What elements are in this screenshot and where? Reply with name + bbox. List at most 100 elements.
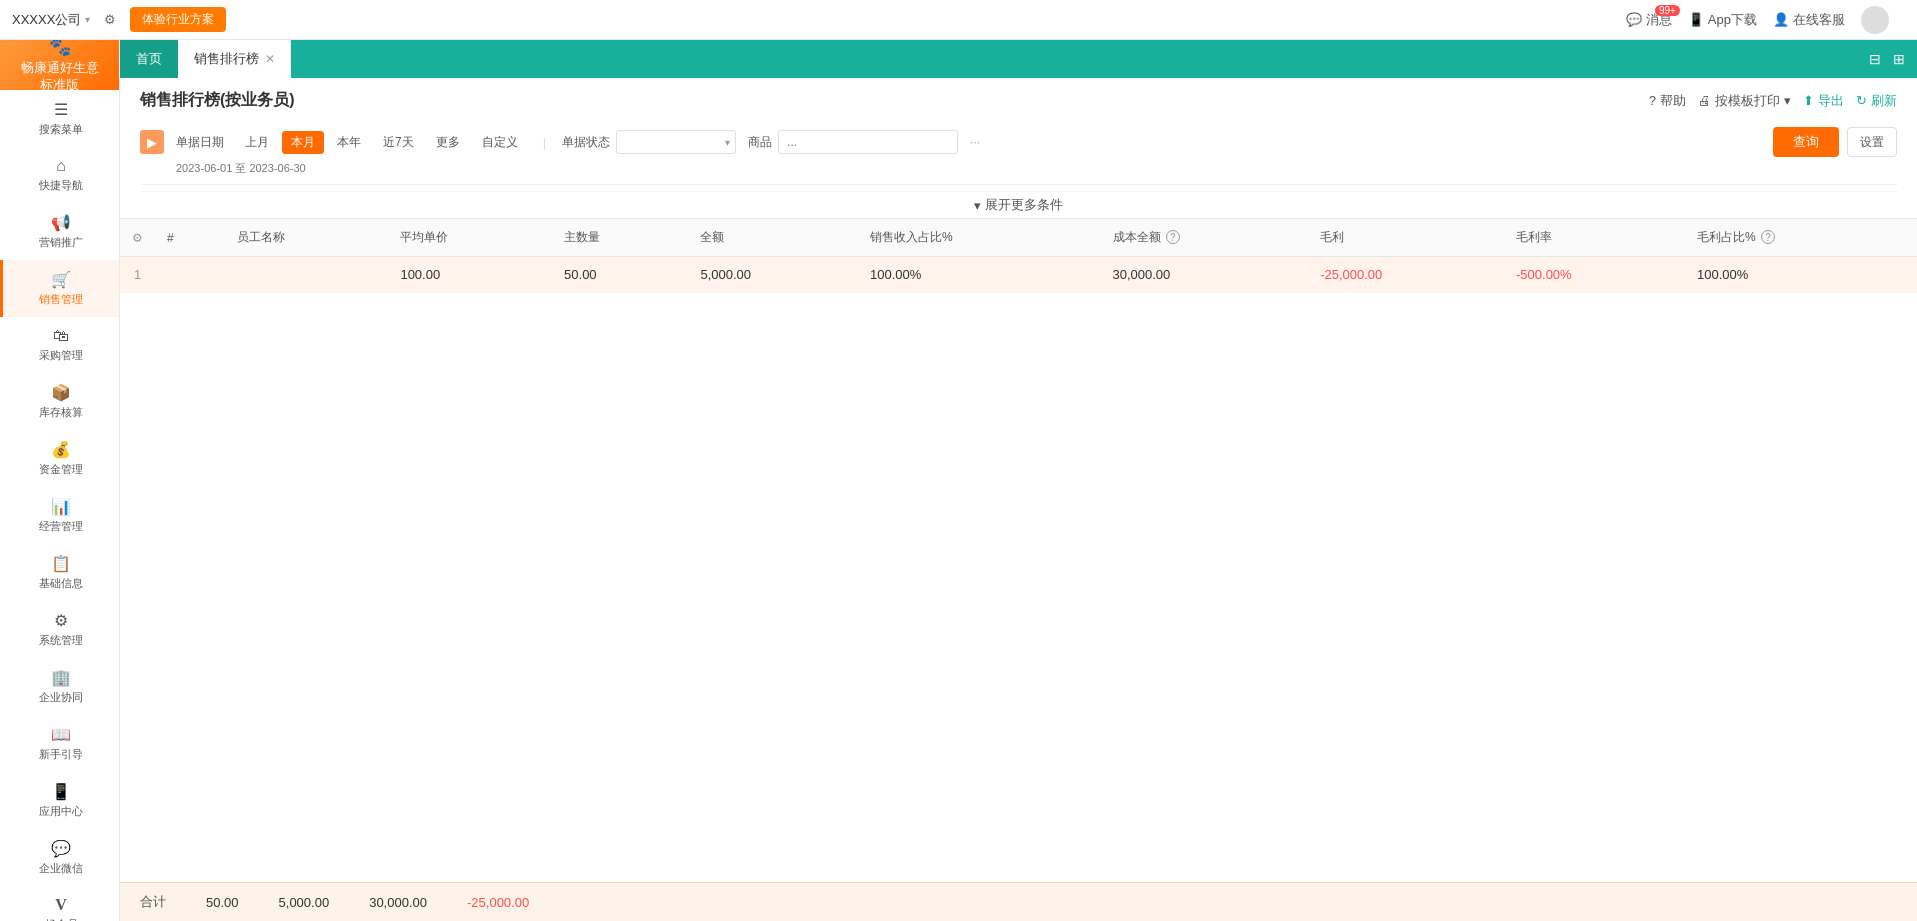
goods-search-input[interactable] bbox=[778, 130, 958, 154]
sidebar-item-finance[interactable]: 💰 资金管理 bbox=[0, 430, 119, 487]
sidebar-item-purchase[interactable]: 🛍 采购管理 bbox=[0, 317, 119, 373]
system-icon: ⚙ bbox=[54, 611, 68, 630]
app-center-icon: 📱 bbox=[51, 782, 71, 801]
export-button[interactable]: ⬆ 导出 bbox=[1803, 92, 1844, 110]
finance-icon: 💰 bbox=[51, 440, 71, 459]
sidebar-item-wechat[interactable]: 💬 企业微信 bbox=[0, 829, 119, 886]
sales-rank-tab-label: 销售排行榜 bbox=[194, 50, 259, 68]
expand-arrow-button[interactable]: ▶ bbox=[140, 130, 164, 154]
refresh-label: 刷新 bbox=[1871, 92, 1897, 110]
sidebar-item-label: 采购管理 bbox=[39, 348, 83, 363]
sidebar-item-system[interactable]: ⚙ 系统管理 bbox=[0, 601, 119, 658]
sidebar-item-label: 企业微信 bbox=[39, 861, 83, 876]
row-gross-rate: -500.00% bbox=[1504, 257, 1685, 293]
print-label: 按模板打印 bbox=[1715, 92, 1780, 110]
summary-bar: 合计 50.00 5,000.00 30,000.00 -25,000.00 bbox=[120, 882, 1917, 921]
refresh-icon: ↻ bbox=[1856, 93, 1867, 108]
page-title-row: 销售排行榜(按业务员) ? 帮助 🖨 按模板打印 ▾ ⬆ bbox=[140, 90, 1897, 111]
current-year-btn[interactable]: 本年 bbox=[328, 131, 370, 154]
sidebar: 🐾 畅康通好生意 标准版 ☰ 搜索菜单 ⌂ 快捷导航 📢 营销推广 🛒 销售管理… bbox=[0, 40, 120, 921]
expand-label: 展开更多条件 bbox=[985, 196, 1063, 214]
company-selector[interactable]: XXXXX公司 ▾ bbox=[12, 11, 90, 29]
sidebar-item-member[interactable]: V 畅会员 bbox=[0, 886, 119, 921]
expand-more-button[interactable]: ▾ 展开更多条件 bbox=[974, 196, 1063, 214]
sidebar-item-label: 经营管理 bbox=[39, 519, 83, 534]
row-cost: 30,000.00 bbox=[1101, 257, 1309, 293]
col-gross: 毛利 bbox=[1308, 219, 1504, 257]
help-button[interactable]: ? 帮助 bbox=[1649, 92, 1686, 110]
marketing-icon: 📢 bbox=[51, 213, 71, 232]
col-settings[interactable]: ⚙ bbox=[120, 219, 155, 257]
sidebar-item-label: 快捷导航 bbox=[39, 178, 83, 193]
col-qty: 主数量 bbox=[552, 219, 688, 257]
status-select[interactable] bbox=[616, 130, 736, 154]
col-sales-pct: 销售收入占比% bbox=[858, 219, 1100, 257]
date-filter-buttons: 上月 本月 本年 近7天 更多 自定义 bbox=[236, 131, 527, 154]
company-name: XXXXX公司 bbox=[12, 11, 81, 29]
current-month-btn[interactable]: 本月 bbox=[282, 131, 324, 154]
window-restore-icon[interactable]: ⊞ bbox=[1889, 49, 1909, 69]
last-month-btn[interactable]: 上月 bbox=[236, 131, 278, 154]
logo-area: 🐾 畅康通好生意 标准版 bbox=[0, 40, 119, 90]
query-button[interactable]: 查询 bbox=[1773, 127, 1839, 157]
online-service-button[interactable]: 👤 在线客服 bbox=[1773, 11, 1845, 29]
tab-sales-rank[interactable]: 销售排行榜 ✕ bbox=[178, 40, 291, 78]
basic-info-icon: 📋 bbox=[51, 554, 71, 573]
more-date-btn[interactable]: 更多 bbox=[427, 131, 469, 154]
settings-icon[interactable]: ⚙ bbox=[98, 8, 122, 32]
more-filters-btn[interactable]: ··· bbox=[970, 135, 980, 149]
date-range-display: 2023-06-01 至 2023-06-30 bbox=[140, 161, 1897, 176]
window-minimize-icon[interactable]: ⊟ bbox=[1865, 49, 1885, 69]
row-sales-pct: 100.00% bbox=[858, 257, 1100, 293]
table-row: 1 100.00 50.00 5,000.00 100.00% 30,000.0… bbox=[120, 257, 1917, 293]
last-7days-btn[interactable]: 近7天 bbox=[374, 131, 423, 154]
goods-filter-label: 商品 bbox=[748, 134, 772, 151]
export-label: 导出 bbox=[1818, 92, 1844, 110]
print-button[interactable]: 🖨 按模板打印 ▾ bbox=[1698, 92, 1791, 110]
sidebar-item-sales[interactable]: 🛒 销售管理 bbox=[0, 260, 119, 317]
logo-icon: 🐾 bbox=[21, 40, 99, 60]
tab-home[interactable]: 首页 bbox=[120, 40, 178, 78]
nav-tabs: 首页 销售排行榜 ✕ ⊟ ⊞ bbox=[120, 40, 1917, 78]
sidebar-item-label: 搜索菜单 bbox=[39, 122, 83, 137]
sidebar-item-app-center[interactable]: 📱 应用中心 bbox=[0, 772, 119, 829]
sidebar-item-operations[interactable]: 📊 经营管理 bbox=[0, 487, 119, 544]
sidebar-item-enterprise[interactable]: 🏢 企业协同 bbox=[0, 658, 119, 715]
app-label: App下载 bbox=[1708, 11, 1757, 29]
sidebar-item-marketing[interactable]: 📢 营销推广 bbox=[0, 203, 119, 260]
cost-info-icon[interactable]: ? bbox=[1166, 230, 1180, 244]
sidebar-item-inventory[interactable]: 📦 库存核算 bbox=[0, 373, 119, 430]
trial-button[interactable]: 体验行业方案 bbox=[130, 7, 226, 32]
service-label: 在线客服 bbox=[1793, 11, 1845, 29]
message-button[interactable]: 💬 消息 99+ bbox=[1626, 11, 1672, 29]
help-label: 帮助 bbox=[1660, 92, 1686, 110]
refresh-button[interactable]: ↻ 刷新 bbox=[1856, 92, 1897, 110]
gross-pct-info-icon[interactable]: ? bbox=[1761, 230, 1775, 244]
action-buttons: 查询 设置 bbox=[1773, 127, 1897, 157]
export-icon: ⬆ bbox=[1803, 93, 1814, 108]
app-download-button[interactable]: 📱 App下载 bbox=[1688, 11, 1757, 29]
print-chevron: ▾ bbox=[1784, 93, 1791, 108]
content-area: 首页 销售排行榜 ✕ ⊟ ⊞ 销售排行榜(按业务员) ? 帮助 bbox=[120, 40, 1917, 921]
row-gross: -25,000.00 bbox=[1308, 257, 1504, 293]
close-tab-icon[interactable]: ✕ bbox=[265, 52, 275, 66]
service-icon: 👤 bbox=[1773, 12, 1789, 27]
sidebar-item-guide[interactable]: 📖 新手引导 bbox=[0, 715, 119, 772]
sidebar-item-basic-info[interactable]: 📋 基础信息 bbox=[0, 544, 119, 601]
custom-date-btn[interactable]: 自定义 bbox=[473, 131, 527, 154]
sidebar-item-quick-nav[interactable]: ⌂ 快捷导航 bbox=[0, 147, 119, 203]
logo-line1: 畅康通好生意 bbox=[21, 60, 99, 77]
header-actions: ? 帮助 🖨 按模板打印 ▾ ⬆ 导出 ↻ bbox=[1649, 92, 1897, 110]
col-cost: 成本全额 ? bbox=[1101, 219, 1309, 257]
chevron-down-icon: ▾ bbox=[85, 14, 90, 25]
goods-filter: 商品 bbox=[748, 130, 958, 154]
sidebar-item-search-order[interactable]: ☰ 搜索菜单 bbox=[0, 90, 119, 147]
settings-button[interactable]: 设置 bbox=[1847, 127, 1897, 157]
col-amount: 全额 bbox=[688, 219, 858, 257]
table-header-row: ⚙ # 员工名称 平均单价 主数量 全额 销售收入占比% 成本全额 ? 毛利 毛… bbox=[120, 219, 1917, 257]
operations-icon: 📊 bbox=[51, 497, 71, 516]
help-icon: ? bbox=[1649, 93, 1656, 108]
enterprise-icon: 🏢 bbox=[51, 668, 71, 687]
sidebar-item-label: 销售管理 bbox=[39, 292, 83, 307]
avatar[interactable] bbox=[1861, 6, 1889, 34]
